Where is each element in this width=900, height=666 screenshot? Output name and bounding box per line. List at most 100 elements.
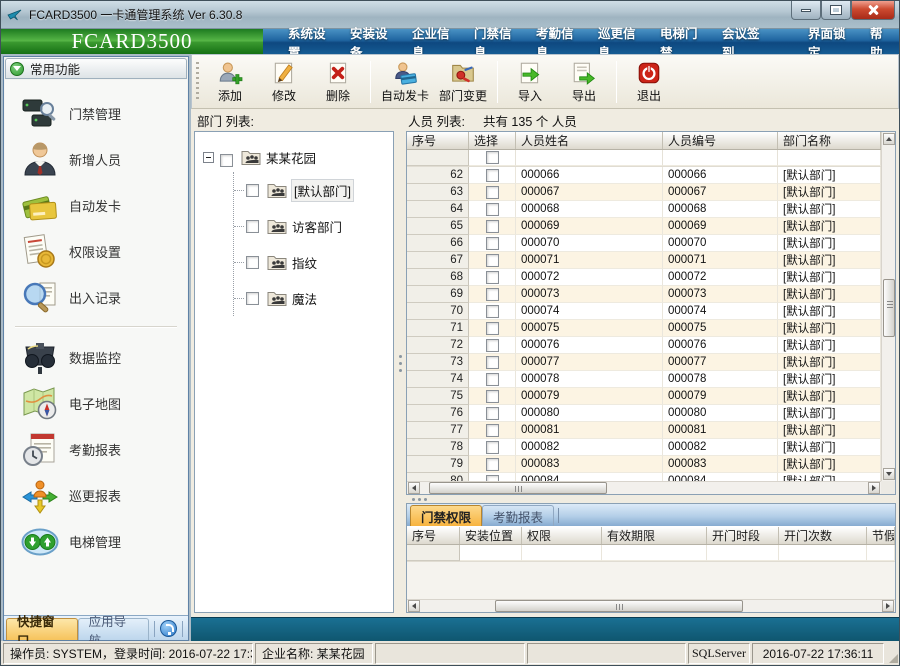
permissions-column-header[interactable]: 有效期限 bbox=[602, 527, 707, 544]
sidebar-item-data-monitor[interactable]: 数据监控 bbox=[5, 334, 187, 380]
row-checkbox[interactable] bbox=[486, 271, 499, 284]
scroll-up-icon[interactable] bbox=[883, 133, 895, 145]
sidebar-item-elevator-management[interactable]: 电梯管理 bbox=[5, 518, 187, 564]
sidebar-item-access-management[interactable]: 门禁管理 bbox=[5, 90, 187, 136]
permissions-column-header[interactable]: 开门次数 bbox=[779, 527, 867, 544]
close-button[interactable] bbox=[851, 1, 895, 20]
person-row[interactable]: 65 000069 000069 [默认部门] bbox=[407, 218, 881, 235]
filter-code-cell[interactable] bbox=[663, 150, 778, 166]
person-row[interactable]: 69 000073 000073 [默认部门] bbox=[407, 286, 881, 303]
export-button[interactable]: 导出 bbox=[557, 57, 611, 107]
tab-attendance-report[interactable]: 考勤报表 bbox=[482, 505, 554, 526]
scroll-right-icon[interactable] bbox=[868, 482, 880, 494]
sidebar-item-permission-settings[interactable]: 权限设置 bbox=[5, 228, 187, 274]
tree-collapse-icon[interactable] bbox=[203, 152, 214, 163]
permissions-horizontal-scrollbar[interactable] bbox=[407, 599, 895, 612]
collapse-icon[interactable] bbox=[10, 62, 24, 76]
tree-node-checkbox[interactable] bbox=[246, 292, 259, 305]
edit-button[interactable]: 修改 bbox=[257, 57, 311, 107]
person-row[interactable]: 77 000081 000081 [默认部门] bbox=[407, 422, 881, 439]
scroll-left-icon[interactable] bbox=[408, 600, 420, 612]
sidebar-item-add-person[interactable]: 新增人员 bbox=[5, 136, 187, 182]
person-row[interactable]: 72 000076 000076 [默认部门] bbox=[407, 337, 881, 354]
sidebar-item-access-records[interactable]: 出入记录 bbox=[5, 274, 187, 320]
tree-child-node[interactable]: 访客部门 bbox=[234, 208, 393, 244]
add-button[interactable]: 添加 bbox=[203, 57, 257, 107]
permissions-column-header[interactable]: 序号 bbox=[407, 527, 460, 544]
row-checkbox[interactable] bbox=[486, 339, 499, 352]
sidebar-item-attendance-report[interactable]: 考勤报表 bbox=[5, 426, 187, 472]
tree-node-checkbox[interactable] bbox=[246, 256, 259, 269]
people-column-header[interactable]: 部门名称 bbox=[778, 132, 881, 149]
resize-grip[interactable] bbox=[886, 643, 899, 664]
permissions-column-header[interactable]: 安装位置 bbox=[460, 527, 522, 544]
person-row[interactable]: 78 000082 000082 [默认部门] bbox=[407, 439, 881, 456]
people-column-header[interactable]: 人员编号 bbox=[663, 132, 778, 149]
permissions-column-header[interactable]: 权限 bbox=[522, 527, 602, 544]
row-checkbox[interactable] bbox=[486, 186, 499, 199]
tab-app-navigation[interactable]: 应用导航 bbox=[78, 618, 150, 640]
person-row[interactable]: 67 000071 000071 [默认部门] bbox=[407, 252, 881, 269]
sidebar-item-auto-card[interactable]: 自动发卡 bbox=[5, 182, 187, 228]
row-checkbox[interactable] bbox=[486, 390, 499, 403]
person-row[interactable]: 79 000083 000083 [默认部门] bbox=[407, 456, 881, 473]
permissions-column-header[interactable]: 开门时段 bbox=[707, 527, 779, 544]
person-row[interactable]: 68 000072 000072 [默认部门] bbox=[407, 269, 881, 286]
scroll-right-icon[interactable] bbox=[882, 600, 894, 612]
people-horizontal-scrollbar[interactable] bbox=[407, 481, 881, 494]
help-icon[interactable] bbox=[160, 620, 177, 637]
person-row[interactable]: 73 000077 000077 [默认部门] bbox=[407, 354, 881, 371]
filter-name-cell[interactable] bbox=[516, 150, 663, 166]
horizontal-splitter[interactable] bbox=[406, 495, 896, 503]
sidebar-header[interactable]: 常用功能 bbox=[5, 58, 187, 79]
tree-root-checkbox[interactable] bbox=[220, 154, 233, 167]
people-column-header[interactable]: 序号 bbox=[407, 132, 469, 149]
minimize-button[interactable] bbox=[791, 1, 821, 20]
scroll-left-icon[interactable] bbox=[408, 482, 420, 494]
tree-child-node[interactable]: 魔法 bbox=[234, 280, 393, 316]
person-row[interactable]: 71 000075 000075 [默认部门] bbox=[407, 320, 881, 337]
filter-dept-cell[interactable] bbox=[778, 150, 881, 166]
person-row[interactable]: 76 000080 000080 [默认部门] bbox=[407, 405, 881, 422]
row-checkbox[interactable] bbox=[486, 458, 499, 471]
auto-card-button[interactable]: 自动发卡 bbox=[376, 57, 434, 107]
row-checkbox[interactable] bbox=[486, 237, 499, 250]
exit-button[interactable]: 退出 bbox=[622, 57, 676, 107]
people-vertical-scrollbar[interactable] bbox=[881, 132, 895, 481]
tree-node-checkbox[interactable] bbox=[246, 184, 259, 197]
dept-change-button[interactable]: 部门变更 bbox=[434, 57, 492, 107]
delete-button[interactable]: 删除 bbox=[311, 57, 365, 107]
people-column-header[interactable]: 人员姓名 bbox=[516, 132, 663, 149]
person-row[interactable]: 64 000068 000068 [默认部门] bbox=[407, 201, 881, 218]
select-all-checkbox[interactable] bbox=[486, 151, 499, 164]
person-row[interactable]: 75 000079 000079 [默认部门] bbox=[407, 388, 881, 405]
row-checkbox[interactable] bbox=[486, 424, 499, 437]
maximize-button[interactable] bbox=[821, 1, 851, 20]
person-row[interactable]: 66 000070 000070 [默认部门] bbox=[407, 235, 881, 252]
tab-quick-window[interactable]: 快捷窗口 bbox=[6, 618, 78, 640]
sidebar-item-electronic-map[interactable]: 电子地图 bbox=[5, 380, 187, 426]
permissions-column-header[interactable]: 节假日 bbox=[867, 527, 895, 544]
tree-root-node[interactable]: 某某花园 bbox=[203, 142, 393, 172]
scroll-thumb[interactable] bbox=[883, 279, 895, 337]
tree-child-node[interactable]: 指纹 bbox=[234, 244, 393, 280]
row-checkbox[interactable] bbox=[486, 220, 499, 233]
people-column-header[interactable]: 选择 bbox=[469, 132, 516, 149]
person-row[interactable]: 63 000067 000067 [默认部门] bbox=[407, 184, 881, 201]
row-checkbox[interactable] bbox=[486, 288, 499, 301]
row-checkbox[interactable] bbox=[486, 169, 499, 182]
row-checkbox[interactable] bbox=[486, 356, 499, 369]
person-row[interactable]: 70 000074 000074 [默认部门] bbox=[407, 303, 881, 320]
import-button[interactable]: 导入 bbox=[503, 57, 557, 107]
row-checkbox[interactable] bbox=[486, 322, 499, 335]
vertical-splitter[interactable] bbox=[394, 109, 406, 617]
sidebar-item-patrol-report[interactable]: 巡更报表 bbox=[5, 472, 187, 518]
toolbar-grip[interactable] bbox=[196, 62, 199, 102]
tree-node-checkbox[interactable] bbox=[246, 220, 259, 233]
tree-child-node[interactable]: [默认部门] bbox=[234, 172, 393, 208]
row-checkbox[interactable] bbox=[486, 203, 499, 216]
scroll-down-icon[interactable] bbox=[883, 468, 895, 480]
person-row[interactable]: 62 000066 000066 [默认部门] bbox=[407, 167, 881, 184]
row-checkbox[interactable] bbox=[486, 441, 499, 454]
scroll-thumb[interactable] bbox=[495, 600, 743, 612]
